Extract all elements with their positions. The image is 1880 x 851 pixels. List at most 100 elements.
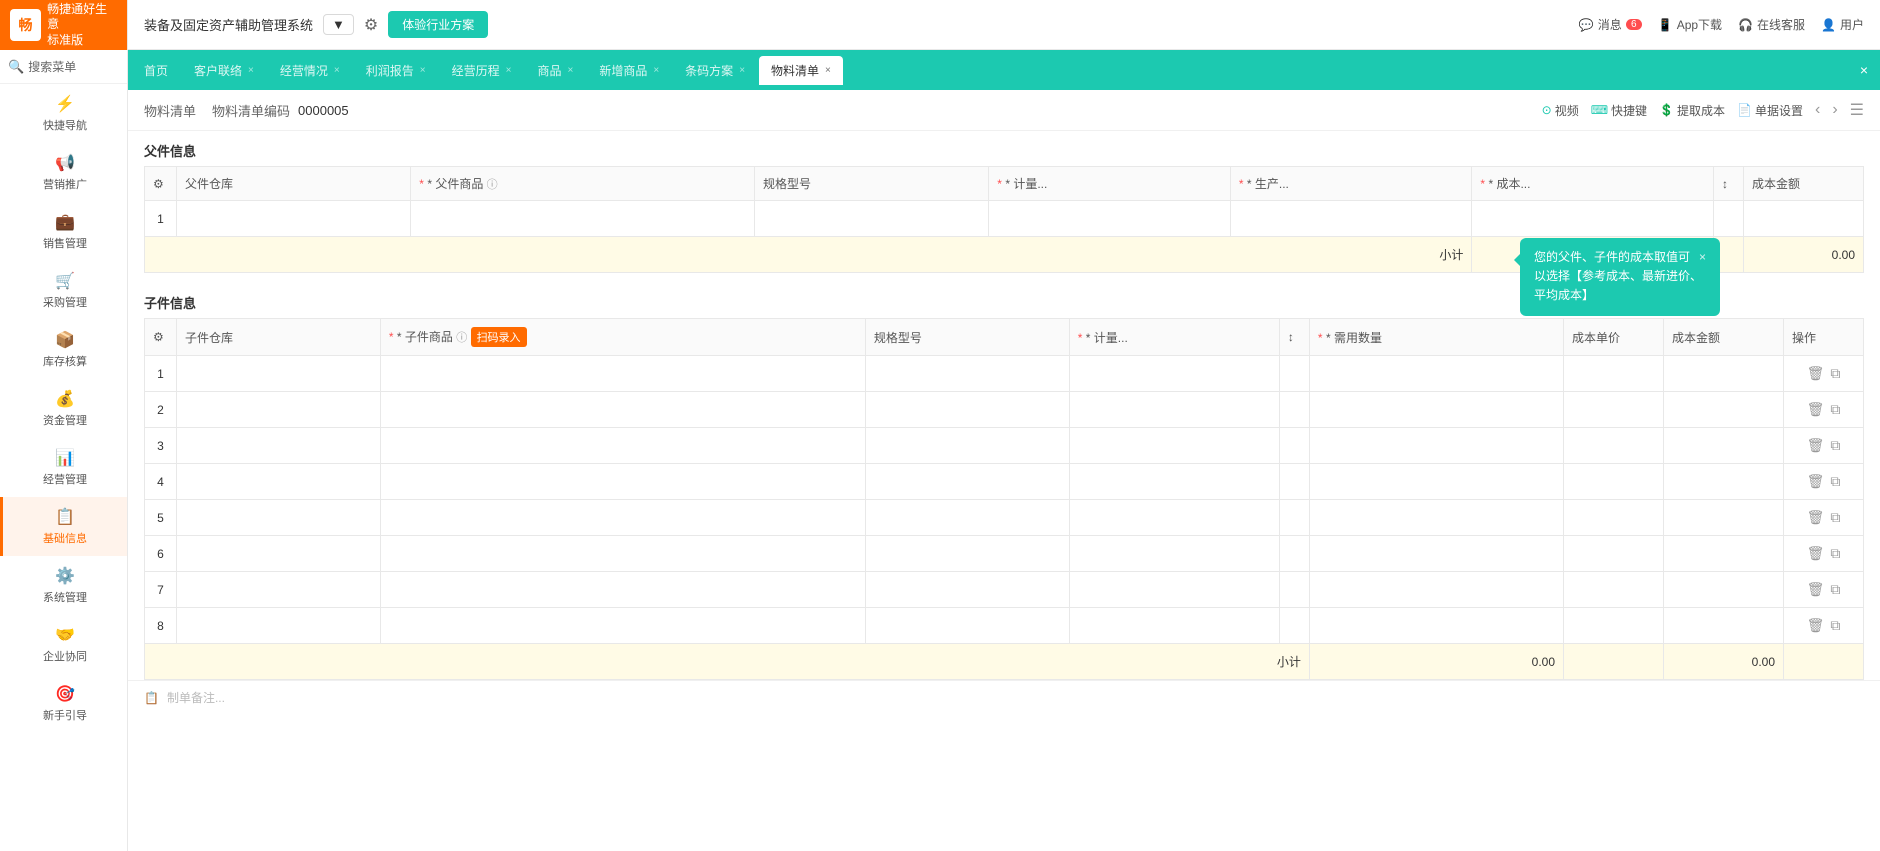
close-all-tabs-button[interactable]: × <box>1852 62 1876 78</box>
sidebar-nav-item-finance[interactable]: 💰 资金管理 <box>0 379 127 438</box>
nav-prev-button[interactable]: ‹ <box>1815 101 1820 119</box>
child-row-2-product[interactable] <box>380 392 865 428</box>
child-row-3-unit-cost[interactable] <box>1564 428 1664 464</box>
message-button[interactable]: 💬 消息 6 <box>1579 16 1642 33</box>
copy-row-1-button[interactable]: ⧉ <box>1830 365 1840 382</box>
child-row-1-spec[interactable] <box>865 356 1069 392</box>
child-row-2-warehouse[interactable] <box>177 392 381 428</box>
tab-bom[interactable]: 物料清单 × <box>759 56 843 85</box>
copy-row-2-button[interactable]: ⧉ <box>1830 401 1840 418</box>
sidebar-nav-item-sales[interactable]: 💼 销售管理 <box>0 202 127 261</box>
sidebar-nav-item-basic[interactable]: 📋 基础信息 <box>0 497 127 556</box>
gear-button[interactable]: ⚙ <box>364 15 378 35</box>
child-row-6-unit[interactable] <box>1069 536 1279 572</box>
child-row-5-spec[interactable] <box>865 500 1069 536</box>
child-row-8-qty[interactable] <box>1309 608 1563 644</box>
delete-row-4-button[interactable]: 🗑 <box>1807 473 1825 490</box>
child-row-5-qty[interactable] <box>1309 500 1563 536</box>
delete-row-8-button[interactable]: 🗑 <box>1807 617 1825 634</box>
child-row-7-warehouse[interactable] <box>177 572 381 608</box>
child-row-1-product[interactable] <box>380 356 865 392</box>
child-row-8-unit[interactable] <box>1069 608 1279 644</box>
parent-row-1-unit[interactable] <box>989 201 1231 237</box>
child-th-gear[interactable]: ⚙ <box>145 319 177 356</box>
app-download-button[interactable]: 📱 App下载 <box>1658 16 1722 33</box>
child-row-3-unit[interactable] <box>1069 428 1279 464</box>
sidebar-nav-item-quick-nav[interactable]: ⚡ 快捷导航 <box>0 84 127 143</box>
child-row-4-warehouse[interactable] <box>177 464 381 500</box>
child-row-5-unit-cost[interactable] <box>1564 500 1664 536</box>
tab-barcode-close[interactable]: × <box>739 65 745 76</box>
tab-profit-close[interactable]: × <box>420 65 426 76</box>
child-row-6-warehouse[interactable] <box>177 536 381 572</box>
nav-next-button[interactable]: › <box>1832 101 1837 119</box>
tab-add-goods[interactable]: 新增商品 × <box>587 56 671 85</box>
child-row-6-unit-cost[interactable] <box>1564 536 1664 572</box>
child-row-7-spec[interactable] <box>865 572 1069 608</box>
delete-row-7-button[interactable]: 🗑 <box>1807 581 1825 598</box>
extract-cost-button[interactable]: 💲 提取成本 <box>1659 102 1725 119</box>
tab-profit[interactable]: 利润报告 × <box>354 56 438 85</box>
delete-row-1-button[interactable]: 🗑 <box>1807 365 1825 382</box>
view-button[interactable]: ⊙ 视频 <box>1542 102 1579 119</box>
copy-row-6-button[interactable]: ⧉ <box>1830 545 1840 562</box>
child-row-8-spec[interactable] <box>865 608 1069 644</box>
copy-row-3-button[interactable]: ⧉ <box>1830 437 1840 454</box>
parent-th-gear[interactable]: ⚙ <box>145 167 177 201</box>
child-row-3-product[interactable] <box>380 428 865 464</box>
doc-settings-button[interactable]: 📄 单据设置 <box>1737 102 1803 119</box>
child-row-2-qty[interactable] <box>1309 392 1563 428</box>
child-row-7-unit-cost[interactable] <box>1564 572 1664 608</box>
header-dropdown[interactable]: ▼ <box>323 14 354 35</box>
tab-customer[interactable]: 客户联络 × <box>182 56 266 85</box>
copy-row-8-button[interactable]: ⧉ <box>1830 617 1840 634</box>
copy-row-5-button[interactable]: ⧉ <box>1830 509 1840 526</box>
child-row-2-spec[interactable] <box>865 392 1069 428</box>
tab-operation[interactable]: 经营情况 × <box>268 56 352 85</box>
child-row-5-product[interactable] <box>380 500 865 536</box>
sidebar-nav-item-purchase[interactable]: 🛒 采购管理 <box>0 261 127 320</box>
tab-goods-close[interactable]: × <box>567 65 573 76</box>
shortcut-button[interactable]: ⌨ 快捷键 <box>1591 102 1647 119</box>
child-row-7-product[interactable] <box>380 572 865 608</box>
parent-row-1-spec[interactable] <box>755 201 989 237</box>
sidebar-nav-item-inventory[interactable]: 📦 库存核算 <box>0 320 127 379</box>
child-row-6-qty[interactable] <box>1309 536 1563 572</box>
tab-customer-close[interactable]: × <box>248 65 254 76</box>
delete-row-6-button[interactable]: 🗑 <box>1807 545 1825 562</box>
parent-row-1-product[interactable] <box>411 201 755 237</box>
delete-row-5-button[interactable]: 🗑 <box>1807 509 1825 526</box>
child-row-7-qty[interactable] <box>1309 572 1563 608</box>
tab-history-close[interactable]: × <box>506 65 512 76</box>
sidebar-nav-item-marketing[interactable]: 📢 营销推广 <box>0 143 127 202</box>
child-row-3-spec[interactable] <box>865 428 1069 464</box>
child-row-6-product[interactable] <box>380 536 865 572</box>
child-row-8-unit-cost[interactable] <box>1564 608 1664 644</box>
nav-menu-button[interactable]: ☰ <box>1850 100 1864 120</box>
child-row-4-unit-cost[interactable] <box>1564 464 1664 500</box>
trial-button[interactable]: 体验行业方案 <box>388 11 488 38</box>
tab-goods[interactable]: 商品 × <box>525 56 585 85</box>
copy-row-7-button[interactable]: ⧉ <box>1830 581 1840 598</box>
child-row-3-warehouse[interactable] <box>177 428 381 464</box>
tab-bom-close[interactable]: × <box>825 65 831 76</box>
child-row-4-product[interactable] <box>380 464 865 500</box>
child-row-4-spec[interactable] <box>865 464 1069 500</box>
tab-operation-close[interactable]: × <box>334 65 340 76</box>
user-button[interactable]: 👤 用户 <box>1821 16 1864 33</box>
child-row-2-unit[interactable] <box>1069 392 1279 428</box>
parent-row-1-produce[interactable] <box>1230 201 1472 237</box>
child-row-4-qty[interactable] <box>1309 464 1563 500</box>
child-row-8-warehouse[interactable] <box>177 608 381 644</box>
tab-add-goods-close[interactable]: × <box>653 65 659 76</box>
child-row-5-warehouse[interactable] <box>177 500 381 536</box>
scan-input-button[interactable]: 扫码录入 <box>471 327 527 347</box>
tab-home[interactable]: 首页 <box>132 56 180 85</box>
parent-row-1-warehouse[interactable] <box>177 201 411 237</box>
sidebar-nav-item-newbie[interactable]: 🎯 新手引导 <box>0 674 127 733</box>
child-row-1-warehouse[interactable] <box>177 356 381 392</box>
child-row-3-qty[interactable] <box>1309 428 1563 464</box>
search-menu-item[interactable]: 🔍 搜索菜单 <box>0 50 127 84</box>
tooltip-close-button[interactable]: × <box>1699 248 1706 267</box>
online-service-button[interactable]: 🎧 在线客服 <box>1738 16 1805 33</box>
